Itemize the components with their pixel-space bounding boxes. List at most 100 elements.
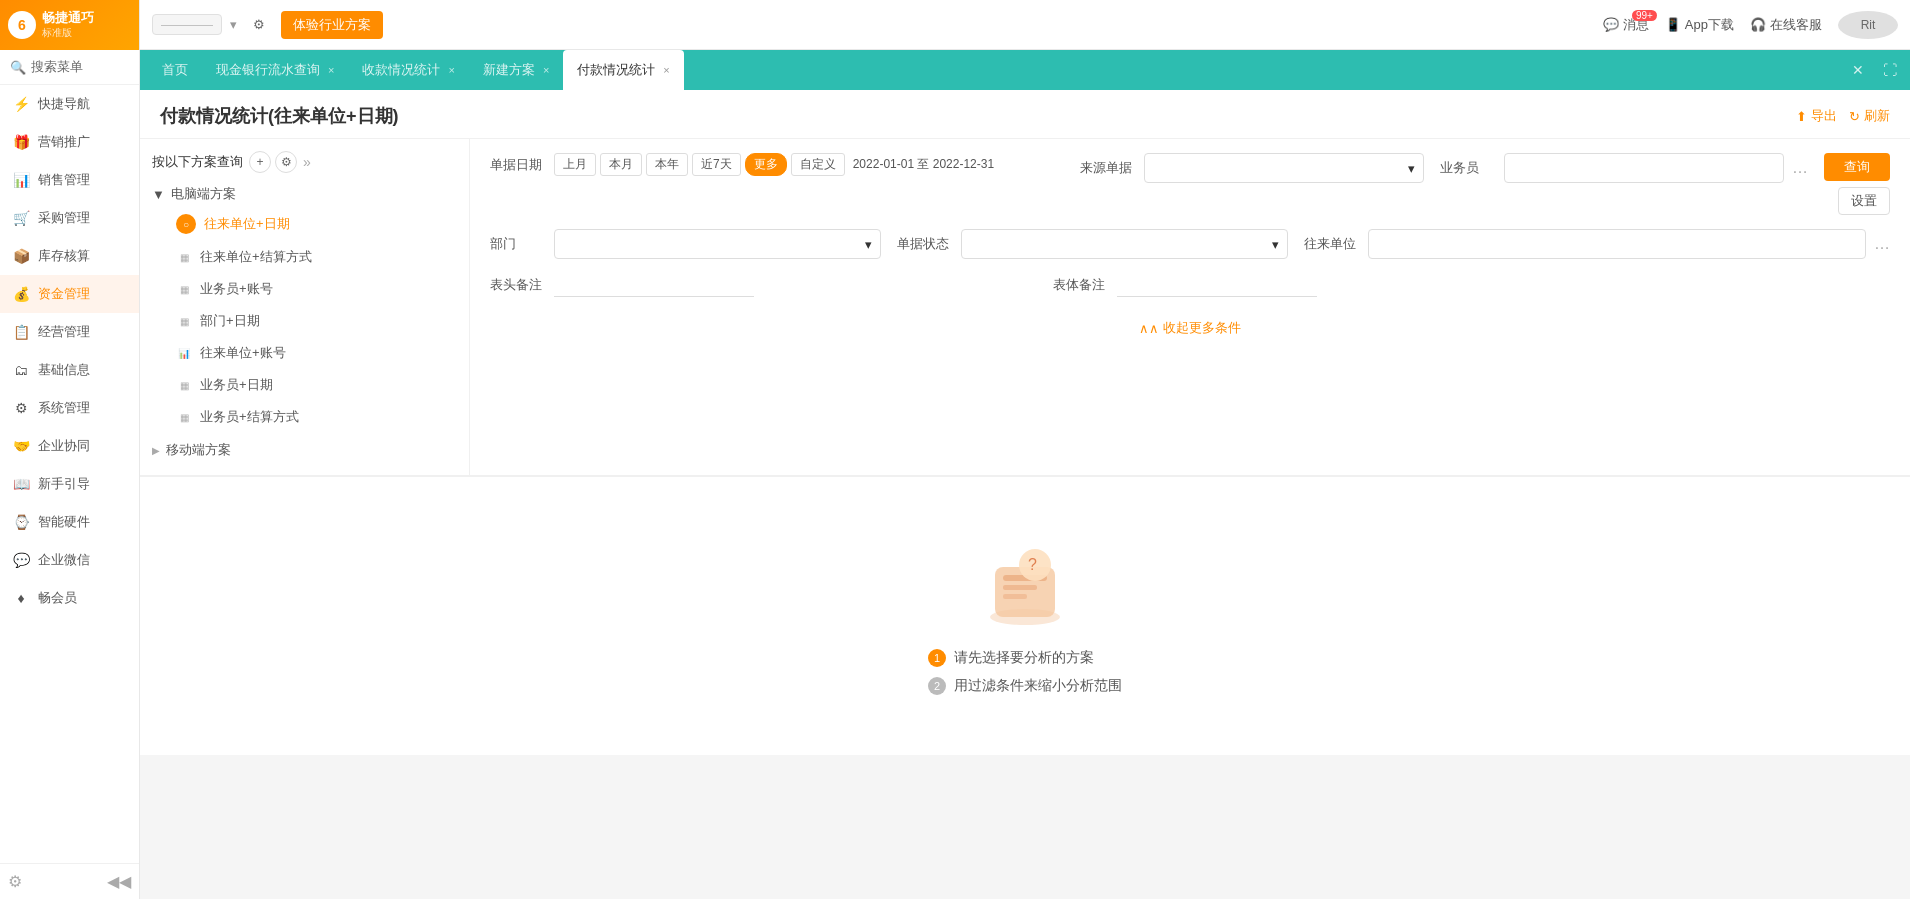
source-select[interactable]: ▾ [1144, 153, 1424, 183]
date-btn-this-month[interactable]: 本月 [600, 153, 642, 176]
sidebar-item-marketing[interactable]: 🎁 营销推广 [0, 123, 139, 161]
sidebar-item-enterprise[interactable]: 🤝 企业协同 [0, 427, 139, 465]
tab-new-plan[interactable]: 新建方案 × [469, 50, 563, 90]
sidebar: 6 畅捷通巧 标准版 🔍 搜索菜单 ⚡ 快捷导航 🎁 营销推广 📊 销售管理 🛒… [0, 0, 140, 899]
empty-tip-2: 2 用过滤条件来缩小分析范围 [928, 677, 1122, 695]
trial-button[interactable]: 体验行业方案 [281, 11, 383, 39]
collapse-icon: ∧∧ [1139, 321, 1159, 336]
body-note-input[interactable] [1117, 273, 1317, 297]
tab-payment-stats[interactable]: 付款情况统计 × [563, 50, 683, 90]
sidebar-settings-icon[interactable]: ⚙ [8, 872, 22, 891]
dept-select[interactable]: ▾ [554, 229, 881, 259]
plan-icon: ▦ [176, 249, 192, 265]
settings-button[interactable]: 设置 [1838, 187, 1890, 215]
counterpart-label: 往来单位 [1304, 235, 1360, 253]
tab-receipt-close-icon[interactable]: × [448, 64, 454, 76]
sidebar-footer: ⚙ ◀◀ [0, 863, 139, 899]
sales-icon: 📊 [12, 171, 30, 189]
topbar-settings-button[interactable]: ⚙ [245, 11, 273, 39]
collapse-label: 收起更多条件 [1163, 319, 1241, 337]
sidebar-item-operation[interactable]: 📋 经营管理 [0, 313, 139, 351]
staff-select[interactable] [1504, 153, 1784, 183]
plan-icon: ▦ [176, 377, 192, 393]
date-btn-7days[interactable]: 近7天 [692, 153, 741, 176]
date-btn-this-year[interactable]: 本年 [646, 153, 688, 176]
filter-mobile-group[interactable]: ▶ 移动端方案 [140, 437, 469, 463]
sidebar-item-guide[interactable]: 📖 新手引导 [0, 465, 139, 503]
filter-desktop-header[interactable]: ▼ 电脑端方案 [140, 181, 469, 207]
tip-text-1: 请先选择要分析的方案 [954, 649, 1094, 667]
add-plan-button[interactable]: + [249, 151, 271, 173]
sidebar-item-label: 营销推广 [38, 133, 90, 151]
sidebar-item-member[interactable]: ♦ 畅会员 [0, 579, 139, 617]
filter-collapse-button[interactable]: » [303, 154, 311, 170]
svg-text:?: ? [1028, 556, 1037, 573]
sidebar-item-hardware[interactable]: ⌚ 智能硬件 [0, 503, 139, 541]
sidebar-item-purchase[interactable]: 🛒 采购管理 [0, 199, 139, 237]
dept-field: 部门 ▾ [490, 229, 881, 259]
app-icon: 📱 [1665, 17, 1681, 32]
filter-item-label: 往来单位+日期 [204, 215, 290, 233]
plan-settings-button[interactable]: ⚙ [275, 151, 297, 173]
app-download-button[interactable]: 📱 App下载 [1665, 16, 1734, 34]
tab-payment-label: 付款情况统计 [577, 61, 655, 79]
page-header: 付款情况统计(往来单位+日期) ⬆ 导出 ↻ 刷新 [140, 90, 1910, 139]
tab-home[interactable]: 首页 [148, 50, 202, 90]
doc-status-arrow-icon: ▾ [1272, 237, 1279, 252]
date-btn-more[interactable]: 更多 [745, 153, 787, 176]
refresh-button[interactable]: ↻ 刷新 [1849, 107, 1890, 125]
filter-item-staff-date[interactable]: ▦ 业务员+日期 [152, 369, 469, 401]
sidebar-item-wechat[interactable]: 💬 企业微信 [0, 541, 139, 579]
doc-status-select[interactable]: ▾ [961, 229, 1288, 259]
tab-bank-close-icon[interactable]: × [328, 64, 334, 76]
filter-row-3: 表头备注 表体备注 [490, 273, 1890, 297]
dept-label: 部门 [490, 235, 546, 253]
tab-bank[interactable]: 现金银行流水查询 × [202, 50, 348, 90]
main-area: ———— ▾ ⚙ 体验行业方案 💬 消息 99+ 📱 App下载 🎧 在线客服 … [140, 0, 1910, 899]
sidebar-item-sales[interactable]: 📊 销售管理 [0, 161, 139, 199]
filter-sidebar: 按以下方案查询 + ⚙ » ▼ 电脑端方案 [140, 139, 470, 475]
page-title: 付款情况统计(往来单位+日期) [160, 104, 399, 128]
sidebar-item-label: 资金管理 [38, 285, 90, 303]
source-label: 来源单据 [1080, 159, 1136, 177]
counterpart-ellipsis[interactable]: … [1874, 235, 1890, 253]
filter-item-company-account[interactable]: 📊 往来单位+账号 [152, 337, 469, 369]
tab-close-all-button[interactable]: ✕ [1846, 58, 1870, 82]
plan-icon: ▦ [176, 281, 192, 297]
page: 付款情况统计(往来单位+日期) ⬆ 导出 ↻ 刷新 [140, 90, 1910, 755]
tab-expand-button[interactable]: ⛶ [1878, 58, 1902, 82]
staff-ellipsis[interactable]: … [1792, 159, 1808, 177]
sidebar-collapse-icon[interactable]: ◀◀ [107, 872, 131, 891]
filter-form: 单据日期 上月 本月 本年 近7天 更多 自定义 2022-01-01 至 20… [470, 139, 1910, 475]
tab-receipt-stats[interactable]: 收款情况统计 × [348, 50, 468, 90]
quick-nav-icon: ⚡ [12, 95, 30, 113]
tab-new-plan-close-icon[interactable]: × [543, 64, 549, 76]
service-button[interactable]: 🎧 在线客服 [1750, 16, 1822, 34]
avatar[interactable]: Rit [1838, 11, 1898, 39]
enterprise-icon: 🤝 [12, 437, 30, 455]
filter-row-1: 单据日期 上月 本月 本年 近7天 更多 自定义 2022-01-01 至 20… [490, 153, 1890, 215]
sidebar-item-system[interactable]: ⚙ 系统管理 [0, 389, 139, 427]
sidebar-item-quick-nav[interactable]: ⚡ 快捷导航 [0, 85, 139, 123]
date-buttons: 上月 本月 本年 近7天 更多 自定义 2022-01-01 至 2022-12… [554, 153, 994, 176]
date-btn-last-month[interactable]: 上月 [554, 153, 596, 176]
date-btn-custom[interactable]: 自定义 [791, 153, 845, 176]
export-button[interactable]: ⬆ 导出 [1796, 107, 1837, 125]
sidebar-item-capital[interactable]: 💰 资金管理 [0, 275, 139, 313]
logo-icon: 6 [8, 11, 36, 39]
filter-item-company-settlement[interactable]: ▦ 往来单位+结算方式 [152, 241, 469, 273]
sidebar-item-basic[interactable]: 🗂 基础信息 [0, 351, 139, 389]
filter-item-dept-date[interactable]: ▦ 部门+日期 [152, 305, 469, 337]
query-button[interactable]: 查询 [1824, 153, 1890, 181]
tab-payment-close-icon[interactable]: × [663, 64, 669, 76]
search-menu[interactable]: 🔍 搜索菜单 [0, 50, 139, 85]
collapse-conditions-button[interactable]: ∧∧ 收起更多条件 [490, 311, 1890, 345]
system-icon: ⚙ [12, 399, 30, 417]
sidebar-item-inventory[interactable]: 📦 库存核算 [0, 237, 139, 275]
head-note-input[interactable] [554, 273, 754, 297]
message-button[interactable]: 💬 消息 99+ [1603, 16, 1649, 34]
filter-item-staff-account[interactable]: ▦ 业务员+账号 [152, 273, 469, 305]
counterpart-select[interactable] [1368, 229, 1866, 259]
filter-item-company-date[interactable]: ○ 往来单位+日期 [152, 207, 469, 241]
filter-item-staff-settlement[interactable]: ▦ 业务员+结算方式 [152, 401, 469, 433]
